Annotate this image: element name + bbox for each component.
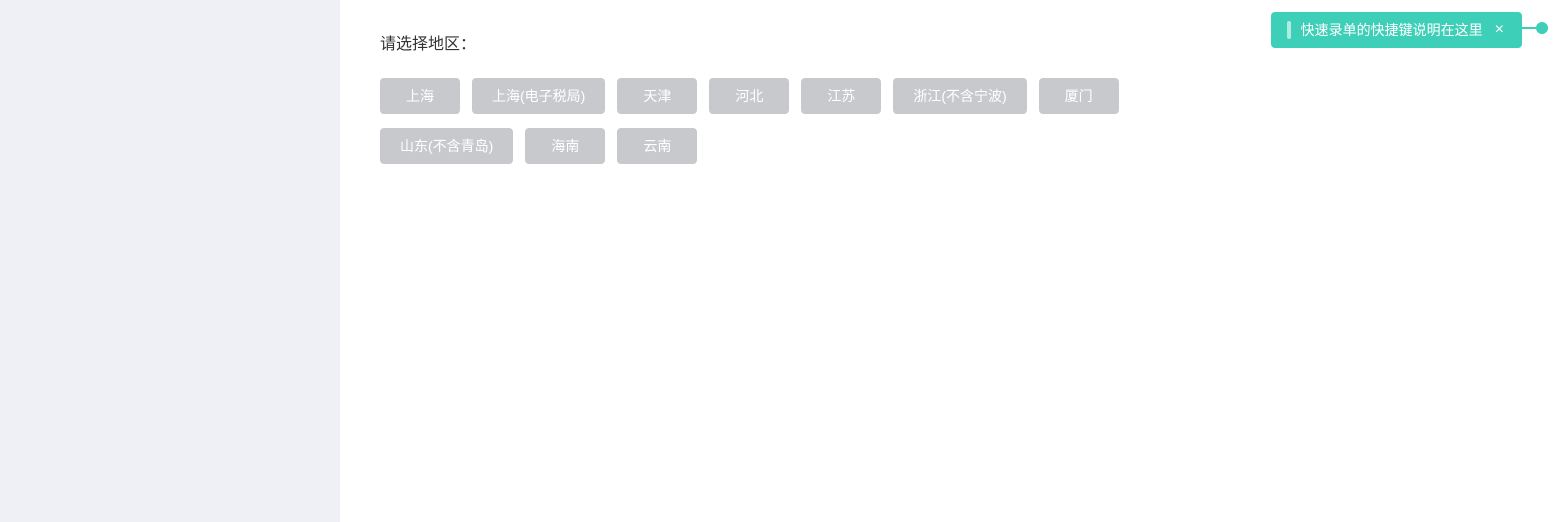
region-btn-0-4[interactable]: 江苏 — [801, 78, 881, 114]
tooltip-close-button[interactable]: × — [1493, 22, 1506, 38]
tooltip-accent — [1287, 21, 1291, 39]
region-btn-0-1[interactable]: 上海(电子税局) — [472, 78, 605, 114]
region-btn-0-0[interactable]: 上海 — [380, 78, 460, 114]
left-sidebar — [0, 0, 340, 522]
tooltip-connector-line — [1522, 27, 1536, 29]
region-btn-1-1[interactable]: 海南 — [525, 128, 605, 164]
tooltip-connector-dot — [1536, 22, 1548, 34]
tooltip-bar: 快速录单的快捷键说明在这里 × — [1271, 12, 1522, 48]
region-buttons-container: 上海上海(电子税局) 天津河北江苏浙江(不含宁波) 厦门山东(不含青岛) 海南云南 — [380, 78, 1522, 164]
main-content: 请选择地区： 上海上海(电子税局)天津河北江苏浙江(不含宁波)厦门山东(不含青岛… — [340, 0, 1562, 522]
region-btn-0-3[interactable]: 河北 — [709, 78, 789, 114]
region-btn-0-2[interactable]: 天津 — [617, 78, 697, 114]
region-row-0: 上海上海(电子税局) 天津河北江苏浙江(不含宁波) 厦门 — [380, 78, 1522, 114]
region-btn-1-0[interactable]: 山东(不含青岛) — [380, 128, 513, 164]
tooltip-label: 快速录单的快捷键说明在这里 — [1301, 20, 1483, 40]
region-btn-0-5[interactable]: 浙江(不含宁波) — [893, 78, 1026, 114]
region-row-1: 山东(不含青岛) 海南云南 — [380, 128, 1522, 164]
region-btn-1-2[interactable]: 云南 — [617, 128, 697, 164]
region-btn-0-6[interactable]: 厦门 — [1039, 78, 1119, 114]
